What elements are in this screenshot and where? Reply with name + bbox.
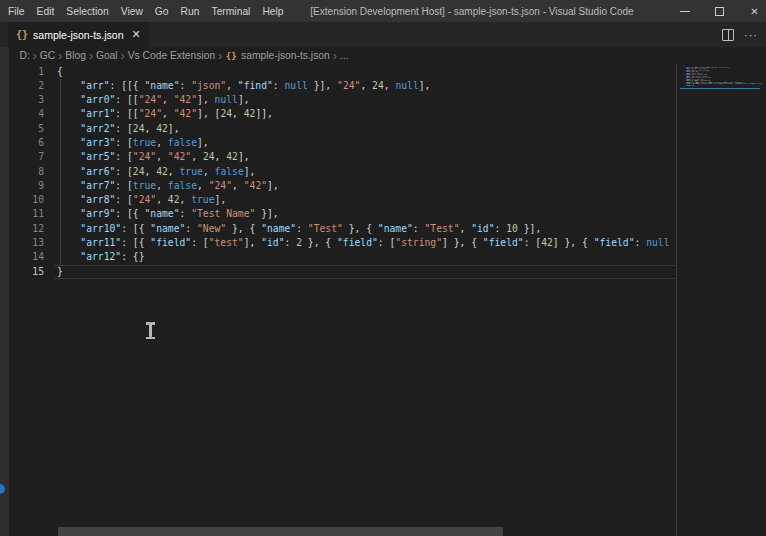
minimap[interactable]: { "arr": [[{ "name": "json", "find": nul… bbox=[683, 65, 766, 88]
line-number: 11 bbox=[0, 207, 44, 221]
code-line: 7 "arr5": ["24", "42", 24, 42], bbox=[0, 150, 676, 164]
code-line: 5 "arr2": [24, 42], bbox=[0, 122, 676, 136]
title-bar: FileEditSelectionViewGoRunTerminalHelp [… bbox=[0, 0, 766, 22]
code-area[interactable]: 1{2 "arr": [[{ "name": "json", "find": n… bbox=[0, 65, 676, 536]
menu-view[interactable]: View bbox=[115, 0, 149, 22]
window-title: [Extension Development Host] - sample-js… bbox=[290, 6, 654, 17]
chevron-right-icon: › bbox=[333, 51, 337, 61]
code-line: 8 "arr6": [24, 42, true, false], bbox=[0, 165, 676, 179]
line-number: 15 bbox=[0, 265, 44, 279]
more-actions-icon[interactable]: ··· bbox=[744, 29, 758, 41]
breadcrumb-item[interactable]: Blog bbox=[65, 50, 86, 61]
menu-help[interactable]: Help bbox=[256, 0, 289, 22]
breadcrumb-item[interactable]: ... bbox=[340, 50, 349, 61]
menu-run[interactable]: Run bbox=[175, 0, 206, 22]
menu-edit[interactable]: Edit bbox=[31, 0, 61, 22]
chevron-right-icon: › bbox=[89, 51, 93, 61]
line-number: 1 bbox=[0, 65, 44, 79]
line-number: 2 bbox=[0, 79, 44, 93]
close-icon[interactable]: ✕ bbox=[737, 0, 766, 22]
line-number: 4 bbox=[0, 107, 44, 121]
maximize-icon[interactable] bbox=[702, 0, 737, 22]
line-number: 8 bbox=[0, 165, 44, 179]
code-line: 13 "arr11": [{ "field": ["test"], "id": … bbox=[0, 236, 676, 250]
horizontal-scrollbar[interactable] bbox=[58, 527, 503, 536]
menu-selection[interactable]: Selection bbox=[60, 0, 114, 22]
code-line: 6 "arr3": [true, false], bbox=[0, 136, 676, 150]
editor[interactable]: 1{2 "arr": [[{ "name": "json", "find": n… bbox=[0, 64, 766, 536]
menu-terminal[interactable]: Terminal bbox=[205, 0, 256, 22]
line-number: 6 bbox=[0, 136, 44, 150]
line-number: 12 bbox=[0, 222, 44, 236]
code-line: 1{ bbox=[0, 65, 676, 79]
json-file-icon: {} bbox=[226, 51, 237, 61]
minimize-icon[interactable] bbox=[667, 0, 702, 22]
chevron-right-icon: › bbox=[58, 51, 62, 61]
chevron-right-icon: › bbox=[121, 51, 125, 61]
line-number: 3 bbox=[0, 93, 44, 107]
breadcrumb-item[interactable]: D: bbox=[20, 50, 30, 61]
tab-sample-json-ts[interactable]: {} sample-json-ts.json ✕ bbox=[8, 22, 149, 47]
minimap-current-line bbox=[680, 88, 760, 89]
json-file-icon: {} bbox=[16, 29, 28, 40]
breadcrumb: D:›GC›Blog›Goal›Vs Code Extension›{}samp… bbox=[0, 47, 766, 64]
menu-file[interactable]: File bbox=[2, 0, 31, 22]
menu-bar: FileEditSelectionViewGoRunTerminalHelp bbox=[0, 0, 290, 22]
line-number: 13 bbox=[0, 236, 44, 250]
line-number: 5 bbox=[0, 122, 44, 136]
split-editor-icon[interactable] bbox=[722, 29, 734, 41]
code-line: 9 "arr7": [true, false, "24", "42"], bbox=[0, 179, 676, 193]
breadcrumb-item[interactable]: Goal bbox=[96, 50, 118, 61]
window-controls: ✕ bbox=[667, 0, 766, 22]
breadcrumb-item[interactable]: sample-json-ts.json bbox=[241, 50, 330, 61]
code-line: 4 "arr1": [["24", "42"], [24, 42]], bbox=[0, 107, 676, 121]
code-line: 12 "arr10": [{ "name": "New" }, { "name"… bbox=[0, 222, 676, 236]
code-line: 14 "arr12": {} bbox=[0, 250, 676, 264]
indent-guide bbox=[60, 79, 61, 265]
code-line: "arr11": [{ "field": ["test"], "id": 2 }… bbox=[683, 83, 766, 85]
chevron-right-icon: › bbox=[33, 51, 37, 61]
editor-minimap-divider bbox=[676, 64, 677, 536]
code-line: 10 "arr8": ["24", 42, true], bbox=[0, 193, 676, 207]
breadcrumb-item[interactable]: GC bbox=[40, 50, 55, 61]
breadcrumb-item[interactable]: Vs Code Extension bbox=[128, 50, 216, 61]
line-number: 7 bbox=[0, 150, 44, 164]
code-line: 2 "arr": [[{ "name": "json", "find": nul… bbox=[0, 79, 676, 93]
line-number: 9 bbox=[0, 179, 44, 193]
tab-label: sample-json-ts.json bbox=[33, 29, 123, 41]
chevron-right-icon: › bbox=[218, 51, 222, 61]
tab-close-icon[interactable]: ✕ bbox=[132, 28, 141, 41]
text-cursor bbox=[145, 322, 156, 339]
code-line: 11 "arr9": [{ "name": "Test Name" }], bbox=[0, 207, 676, 221]
current-line-highlight bbox=[54, 265, 676, 280]
tab-bar: {} sample-json-ts.json ✕ ··· bbox=[0, 22, 766, 47]
line-number: 14 bbox=[0, 250, 44, 264]
code-line: 3 "arr0": [["24", "42"], null], bbox=[0, 93, 676, 107]
line-number: 10 bbox=[0, 193, 44, 207]
menu-go[interactable]: Go bbox=[149, 0, 175, 22]
